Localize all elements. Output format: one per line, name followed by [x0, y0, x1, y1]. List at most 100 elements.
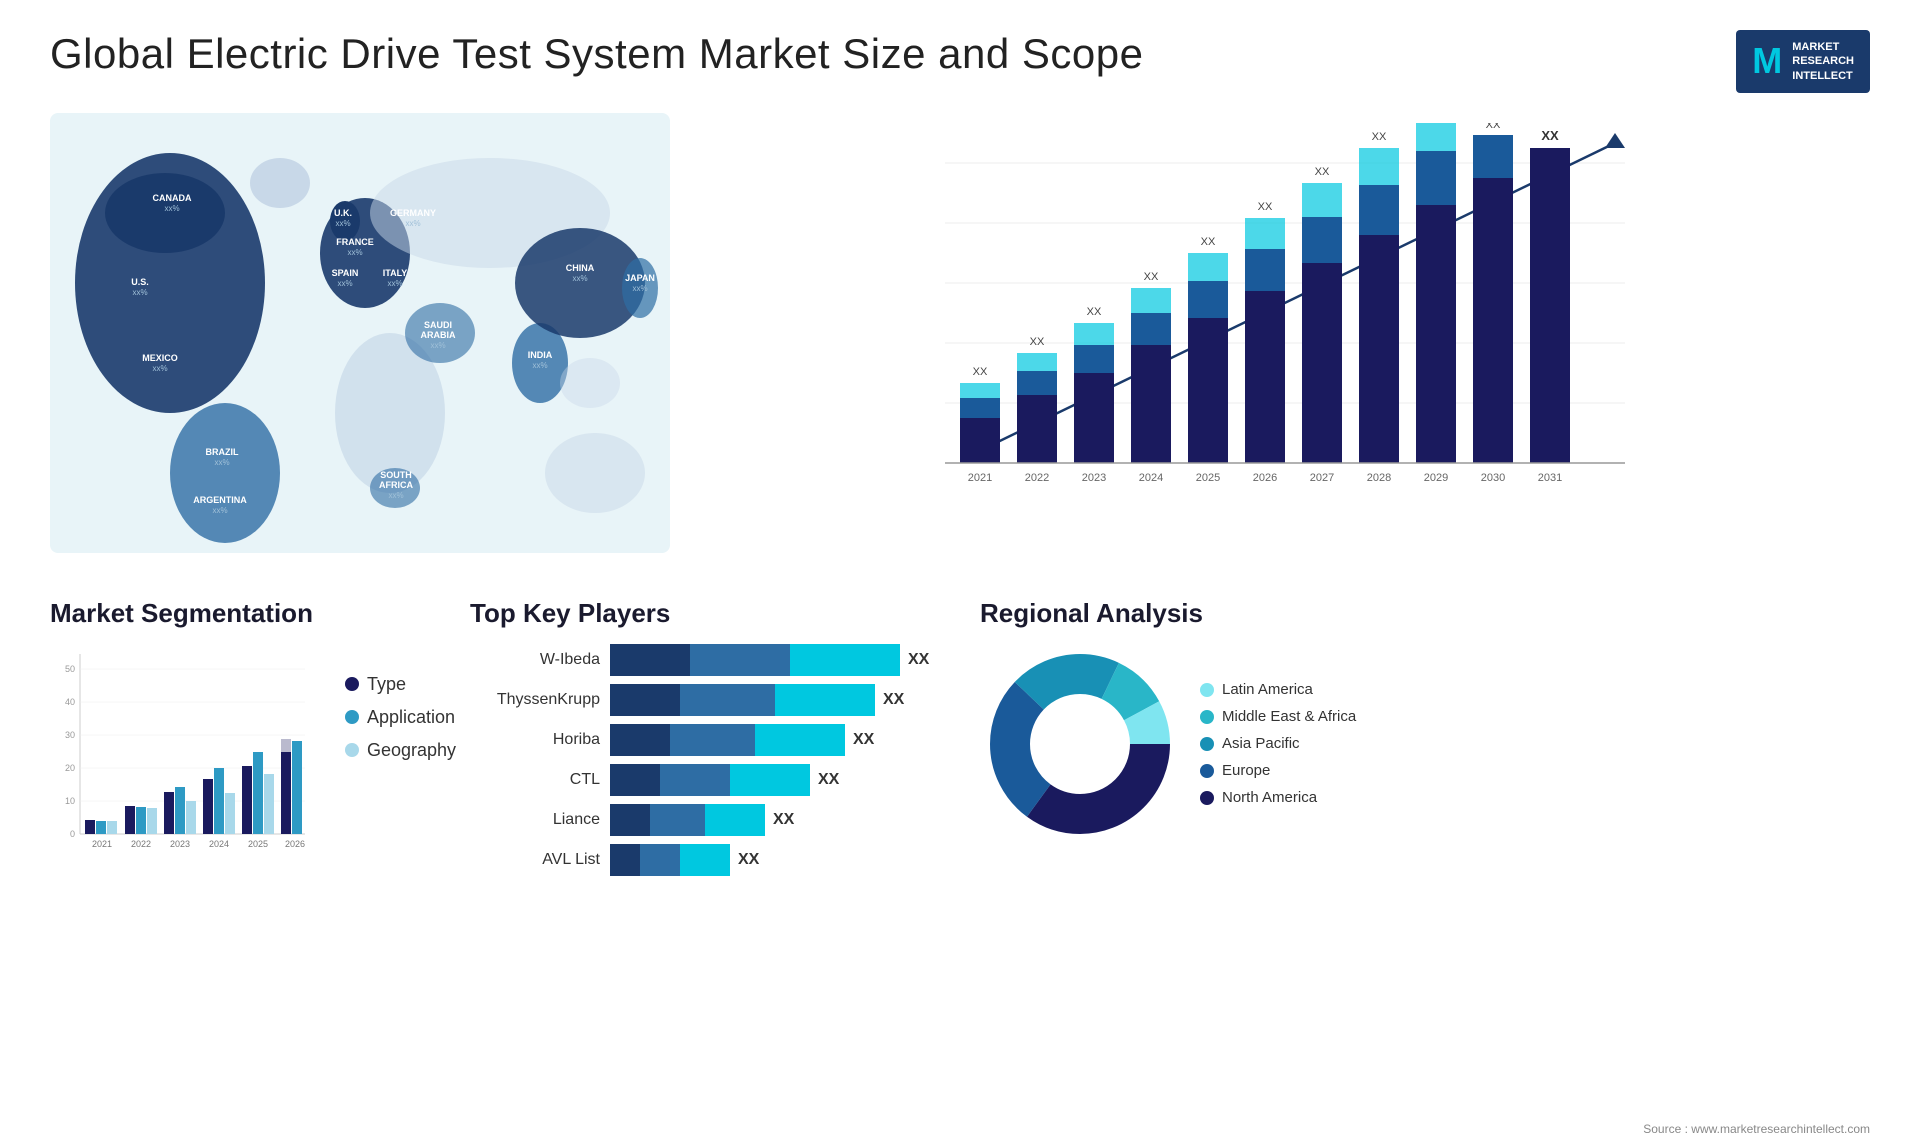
svg-text:XX: XX: [1201, 236, 1216, 248]
legend-type-label: Type: [367, 674, 406, 695]
svg-text:2023: 2023: [1082, 472, 1106, 484]
donut-area: Latin America Middle East & Africa Asia …: [980, 644, 1480, 844]
segmentation-section: Market Segmentation 0: [50, 598, 440, 879]
logo-box: M MARKET RESEARCH INTELLECT: [1736, 30, 1870, 93]
svg-text:xx%: xx%: [430, 341, 445, 350]
svg-text:20: 20: [65, 763, 75, 773]
regional-dot-europe: [1200, 764, 1214, 778]
players-section: Top Key Players W-Ibeda XX ThyssenKrupp: [470, 598, 950, 876]
regional-dot-latin: [1200, 683, 1214, 697]
svg-text:50: 50: [65, 664, 75, 674]
svg-text:xx%: xx%: [335, 219, 350, 228]
player-name-3: Horiba: [470, 731, 600, 749]
legend-type: Type: [345, 674, 456, 695]
bar-segment-light: [790, 644, 900, 676]
svg-text:2028: 2028: [1367, 472, 1391, 484]
bar-segment-mid: [680, 684, 775, 716]
player-value-3: XX: [853, 731, 874, 749]
svg-text:FRANCE: FRANCE: [336, 237, 374, 247]
svg-text:2021: 2021: [968, 472, 992, 484]
regional-label-europe: Europe: [1222, 762, 1270, 779]
svg-text:10: 10: [65, 796, 75, 806]
segmentation-title: Market Segmentation: [50, 598, 440, 629]
svg-text:xx%: xx%: [152, 364, 167, 373]
svg-text:xx%: xx%: [405, 219, 420, 228]
svg-text:30: 30: [65, 730, 75, 740]
svg-text:XX: XX: [1258, 201, 1273, 213]
seg-legend: Type Application Geography: [345, 674, 456, 761]
legend-type-dot: [345, 677, 359, 691]
regional-legend-na: North America: [1200, 789, 1356, 806]
svg-text:SAUDI: SAUDI: [424, 320, 452, 330]
player-name-4: CTL: [470, 771, 600, 789]
player-bar-container-4: XX: [610, 764, 839, 796]
svg-text:XX: XX: [1315, 166, 1330, 178]
svg-text:xx%: xx%: [532, 361, 547, 370]
player-name-2: ThyssenKrupp: [470, 691, 600, 709]
page-title: Global Electric Drive Test System Market…: [50, 30, 1143, 78]
regional-label-na: North America: [1222, 789, 1317, 806]
segmentation-content: 0 10 20 30 40 50 2021: [50, 644, 440, 879]
svg-text:2025: 2025: [1196, 472, 1220, 484]
player-bar-container-1: XX: [610, 644, 929, 676]
svg-text:2025: 2025: [248, 839, 268, 849]
svg-text:XX: XX: [1030, 336, 1045, 348]
svg-text:xx%: xx%: [388, 491, 403, 500]
bar-segment-mid: [640, 844, 680, 876]
bar-segment-light: [775, 684, 875, 716]
svg-text:2029: 2029: [1424, 472, 1448, 484]
svg-text:JAPAN: JAPAN: [625, 273, 655, 283]
svg-text:CHINA: CHINA: [566, 263, 595, 273]
svg-text:2024: 2024: [209, 839, 229, 849]
regional-legend: Latin America Middle East & Africa Asia …: [1200, 681, 1356, 806]
svg-text:2026: 2026: [285, 839, 305, 849]
list-item: Horiba XX: [470, 724, 950, 756]
svg-text:SOUTH: SOUTH: [380, 470, 412, 480]
svg-text:xx%: xx%: [572, 274, 587, 283]
bar-segment-dark: [610, 724, 670, 756]
regional-dot-mea: [1200, 710, 1214, 724]
players-title: Top Key Players: [470, 598, 950, 629]
svg-text:2021: 2021: [92, 839, 112, 849]
world-map-svg: CANADA xx% U.S. xx% MEXICO xx% BRAZIL xx…: [50, 113, 670, 553]
list-item: CTL XX: [470, 764, 950, 796]
player-name-6: AVL List: [470, 851, 600, 869]
regional-label-latin: Latin America: [1222, 681, 1313, 698]
list-item: ThyssenKrupp XX: [470, 684, 950, 716]
bar-segment-dark: [610, 644, 690, 676]
svg-text:INDIA: INDIA: [528, 350, 553, 360]
svg-text:XX: XX: [973, 366, 988, 378]
svg-text:xx%: xx%: [132, 288, 147, 297]
regional-title: Regional Analysis: [980, 598, 1480, 629]
bar-segment-light: [755, 724, 845, 756]
svg-text:xx%: xx%: [214, 458, 229, 467]
svg-text:ARABIA: ARABIA: [421, 330, 456, 340]
bar-segment-mid: [670, 724, 755, 756]
svg-text:CANADA: CANADA: [153, 193, 192, 203]
svg-text:SPAIN: SPAIN: [332, 268, 359, 278]
svg-text:U.S.: U.S.: [131, 277, 149, 287]
player-bar-2: [610, 684, 875, 716]
legend-application-label: Application: [367, 707, 455, 728]
svg-text:xx%: xx%: [337, 279, 352, 288]
bar-segment-mid: [650, 804, 705, 836]
regional-legend-europe: Europe: [1200, 762, 1356, 779]
player-value-1: XX: [908, 651, 929, 669]
logo-letter: M: [1752, 40, 1782, 82]
player-value-4: XX: [818, 771, 839, 789]
regional-legend-apac: Asia Pacific: [1200, 735, 1356, 752]
regional-label-mea: Middle East & Africa: [1222, 708, 1356, 725]
donut-chart-svg: [980, 644, 1180, 844]
bar-segment-mid: [690, 644, 790, 676]
svg-text:AFRICA: AFRICA: [379, 480, 413, 490]
svg-text:2023: 2023: [170, 839, 190, 849]
svg-text:U.K.: U.K.: [334, 208, 352, 218]
svg-text:xx%: xx%: [164, 204, 179, 213]
logo-area: M MARKET RESEARCH INTELLECT: [1736, 30, 1870, 93]
svg-text:GERMANY: GERMANY: [390, 208, 436, 218]
bar-chart-svg: XX 2021 XX 2022 XX 2023 XX 2024: [740, 123, 1850, 523]
map-section: CANADA xx% U.S. xx% MEXICO xx% BRAZIL xx…: [50, 113, 670, 578]
list-item: Liance XX: [470, 804, 950, 836]
svg-text:xx%: xx%: [632, 284, 647, 293]
svg-text:xx%: xx%: [347, 248, 362, 257]
